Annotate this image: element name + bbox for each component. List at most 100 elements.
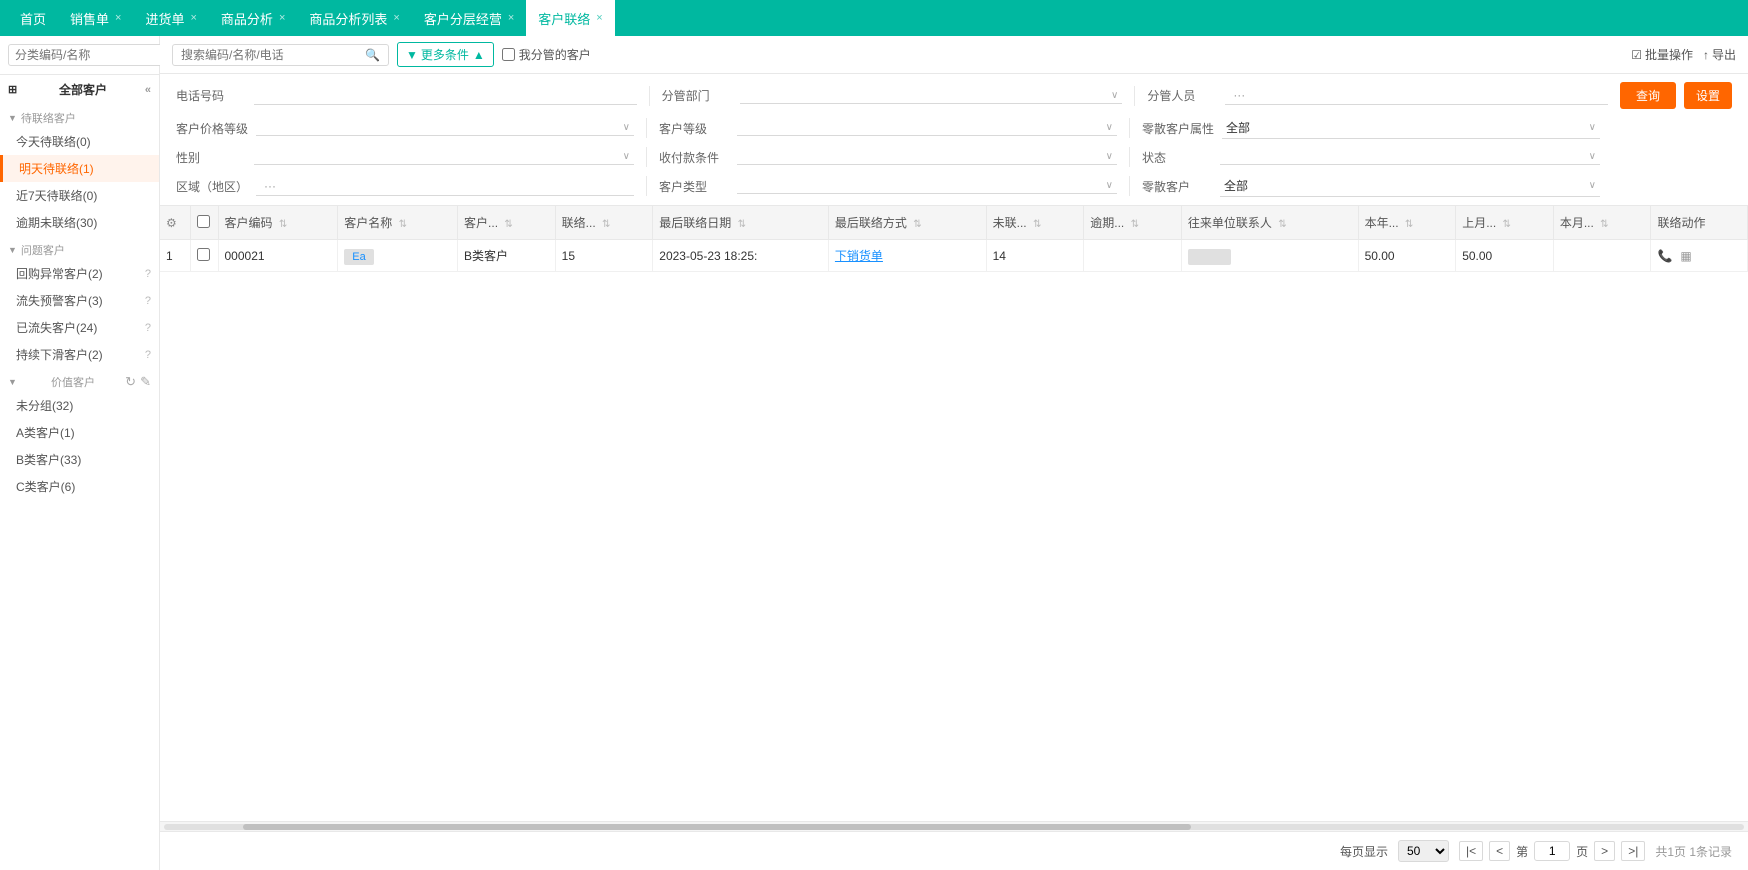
sidebar-item-classB[interactable]: B类客户(33) xyxy=(0,446,159,473)
sort-overdue-icon[interactable]: ⇅ xyxy=(1131,219,1139,230)
nav-customer-contact[interactable]: 客户联络 × xyxy=(526,0,614,36)
first-page-button[interactable]: |< xyxy=(1459,841,1483,861)
gear-icon[interactable]: ⚙ xyxy=(166,216,177,230)
phone-action-icon[interactable]: 📞 xyxy=(1657,249,1672,263)
manager-more-icon[interactable]: ··· xyxy=(1233,88,1245,102)
sidebar-all-customers[interactable]: ⊞ 全部客户 « xyxy=(0,75,159,104)
filter-region-select[interactable]: ··· xyxy=(256,177,634,196)
collapse-icon[interactable]: « xyxy=(145,84,151,96)
content-area: 🔍 ▼ 更多条件 ▲ 我分管的客户 ☑ 批量操作 ↑ 导出 xyxy=(160,36,1748,870)
sidebar-search-input[interactable] xyxy=(8,44,177,66)
filter-payment-label: 收付款条件 xyxy=(659,149,729,166)
sidebar-item-classA[interactable]: A类客户(1) xyxy=(0,419,159,446)
close-customer-tier-icon[interactable]: × xyxy=(508,12,514,24)
filter-status-field: 状态 ∨ xyxy=(1142,149,1600,166)
close-purchase-icon[interactable]: × xyxy=(190,12,196,24)
pagination: |< < 第 页 > >| xyxy=(1459,841,1645,861)
close-customer-contact-icon[interactable]: × xyxy=(596,12,602,24)
filter-status-label: 状态 xyxy=(1142,149,1212,166)
close-analysis-icon[interactable]: × xyxy=(279,12,285,24)
sort-not-contacted-icon[interactable]: ⇅ xyxy=(1033,219,1041,230)
sidebar-item-declining[interactable]: 持续下滑客户(2) ? xyxy=(0,341,159,368)
edit-value-icon[interactable]: ✎ xyxy=(140,374,151,390)
filter-manager-select[interactable]: ··· xyxy=(1225,86,1608,105)
horizontal-scrollbar[interactable] xyxy=(160,821,1748,831)
nav-analysis[interactable]: 商品分析 × xyxy=(209,0,297,36)
nav-purchase[interactable]: 进货单 × xyxy=(133,0,208,36)
sidebar-item-7days[interactable]: 近7天待联络(0) xyxy=(0,182,159,209)
sidebar-list: ⊞ 全部客户 « 待联络客户 今天待联络(0) 明天待联络(1) 近7天待联络(… xyxy=(0,75,159,870)
filter-payment-select[interactable]: ∨ xyxy=(737,149,1117,165)
filter-gender-select[interactable]: ∨ xyxy=(254,149,634,165)
note-action-icon[interactable]: ▦ xyxy=(1680,249,1691,263)
refresh-icon[interactable]: ↻ xyxy=(125,374,136,390)
my-customer-checkbox[interactable] xyxy=(502,48,515,61)
export-button[interactable]: ↑ 导出 xyxy=(1703,46,1736,63)
close-sales-icon[interactable]: × xyxy=(115,12,121,24)
filter-region-label: 区域（地区） xyxy=(176,178,248,195)
sort-company-contact-icon[interactable]: ⇅ xyxy=(1278,219,1286,230)
filter-price-level-select[interactable]: ∨ xyxy=(256,120,634,136)
prev-page-button[interactable]: < xyxy=(1489,841,1510,861)
nav-analysis-list[interactable]: 商品分析列表 × xyxy=(297,0,411,36)
page-size-label: 每页显示 xyxy=(1340,843,1388,860)
row-checkbox[interactable] xyxy=(197,248,210,261)
filter-retail-customer-select[interactable]: 全部 ∨ xyxy=(1220,175,1600,197)
sidebar-item-churned[interactable]: 已流失客户(24) ? xyxy=(0,314,159,341)
sidebar-item-repurchase[interactable]: 回购异常客户(2) ? xyxy=(0,260,159,287)
scroll-thumb[interactable] xyxy=(243,824,1191,830)
sidebar-item-classC[interactable]: C类客户(6) xyxy=(0,473,159,500)
filter-arrow-icon: ▲ xyxy=(473,48,485,62)
settings-button[interactable]: 设置 xyxy=(1684,82,1732,109)
sort-category-icon[interactable]: ⇅ xyxy=(504,219,512,230)
td-checkbox[interactable] xyxy=(190,240,218,272)
page-number-input[interactable] xyxy=(1534,841,1570,861)
sidebar-item-tomorrow[interactable]: 明天待联络(1) xyxy=(0,155,159,182)
td-not-contacted: 14 xyxy=(986,240,1084,272)
last-page-button[interactable]: >| xyxy=(1621,841,1645,861)
th-gear[interactable]: ⚙ xyxy=(160,206,190,240)
sort-date-icon[interactable]: ⇅ xyxy=(738,219,746,230)
sort-name-icon[interactable]: ⇅ xyxy=(399,219,407,230)
nav-home[interactable]: 首页 xyxy=(8,0,58,36)
sidebar-item-lost[interactable]: 流失预警客户(3) ? xyxy=(0,287,159,314)
divider-7 xyxy=(646,176,647,196)
grid-icon: ⊞ xyxy=(8,83,17,96)
sort-method-icon[interactable]: ⇅ xyxy=(913,219,921,230)
page-size-select[interactable]: 50 100 200 xyxy=(1398,840,1449,862)
next-page-button[interactable]: > xyxy=(1594,841,1615,861)
close-analysis-list-icon[interactable]: × xyxy=(393,12,399,24)
more-filter-button[interactable]: ▼ 更多条件 ▲ xyxy=(397,42,494,67)
batch-operation-button[interactable]: ☑ 批量操作 xyxy=(1631,46,1693,63)
filter-row-3: 性别 ∨ 收付款条件 ∨ 状态 ∨ xyxy=(176,147,1732,167)
sort-code-icon[interactable]: ⇅ xyxy=(279,219,287,230)
td-category: B类客户 xyxy=(458,240,556,272)
toolbar-search-icon[interactable]: 🔍 xyxy=(365,48,380,62)
filter-status-select[interactable]: ∨ xyxy=(1220,149,1600,165)
total-records-label: 共1页 1条记录 xyxy=(1655,843,1732,860)
sort-this-year-icon[interactable]: ⇅ xyxy=(1405,219,1413,230)
query-button[interactable]: 查询 xyxy=(1620,82,1676,109)
sort-contact-icon[interactable]: ⇅ xyxy=(602,219,610,230)
nav-sales[interactable]: 销售单 × xyxy=(58,0,133,36)
th-action: 联络动作 xyxy=(1651,206,1748,240)
toolbar-search-input[interactable] xyxy=(181,48,361,62)
region-more-icon[interactable]: ··· xyxy=(264,179,276,193)
filter-customer-type-select[interactable]: ∨ xyxy=(737,178,1117,194)
my-customer-checkbox-wrapper[interactable]: 我分管的客户 xyxy=(502,46,591,63)
filter-retail-attr-select[interactable]: 全部 ∨ xyxy=(1222,117,1600,139)
filter-price-level-field: 客户价格等级 ∨ xyxy=(176,120,634,137)
filter-customer-level-select[interactable]: ∨ xyxy=(737,120,1117,136)
sidebar-item-today[interactable]: 今天待联络(0) xyxy=(0,128,159,155)
sidebar-item-unsorted[interactable]: 未分组(32) xyxy=(0,392,159,419)
filter-phone-input[interactable] xyxy=(254,86,637,105)
select-all-checkbox[interactable] xyxy=(197,215,210,228)
td-last-contact-method[interactable]: 下销货单 xyxy=(828,240,986,272)
sidebar-item-overdue[interactable]: 逾期未联络(30) xyxy=(0,209,159,236)
nav-customer-tier[interactable]: 客户分层经营 × xyxy=(412,0,526,36)
filter-dept-select[interactable]: ∨ xyxy=(740,88,1123,104)
td-name[interactable]: Ea xyxy=(338,240,458,272)
sort-this-month-icon[interactable]: ⇅ xyxy=(1600,219,1608,230)
table-header-row: ⚙ 客户编码 ⇅ 客户名称 ⇅ 客户... ⇅ xyxy=(160,206,1748,240)
sort-last-month-icon[interactable]: ⇅ xyxy=(1503,219,1511,230)
